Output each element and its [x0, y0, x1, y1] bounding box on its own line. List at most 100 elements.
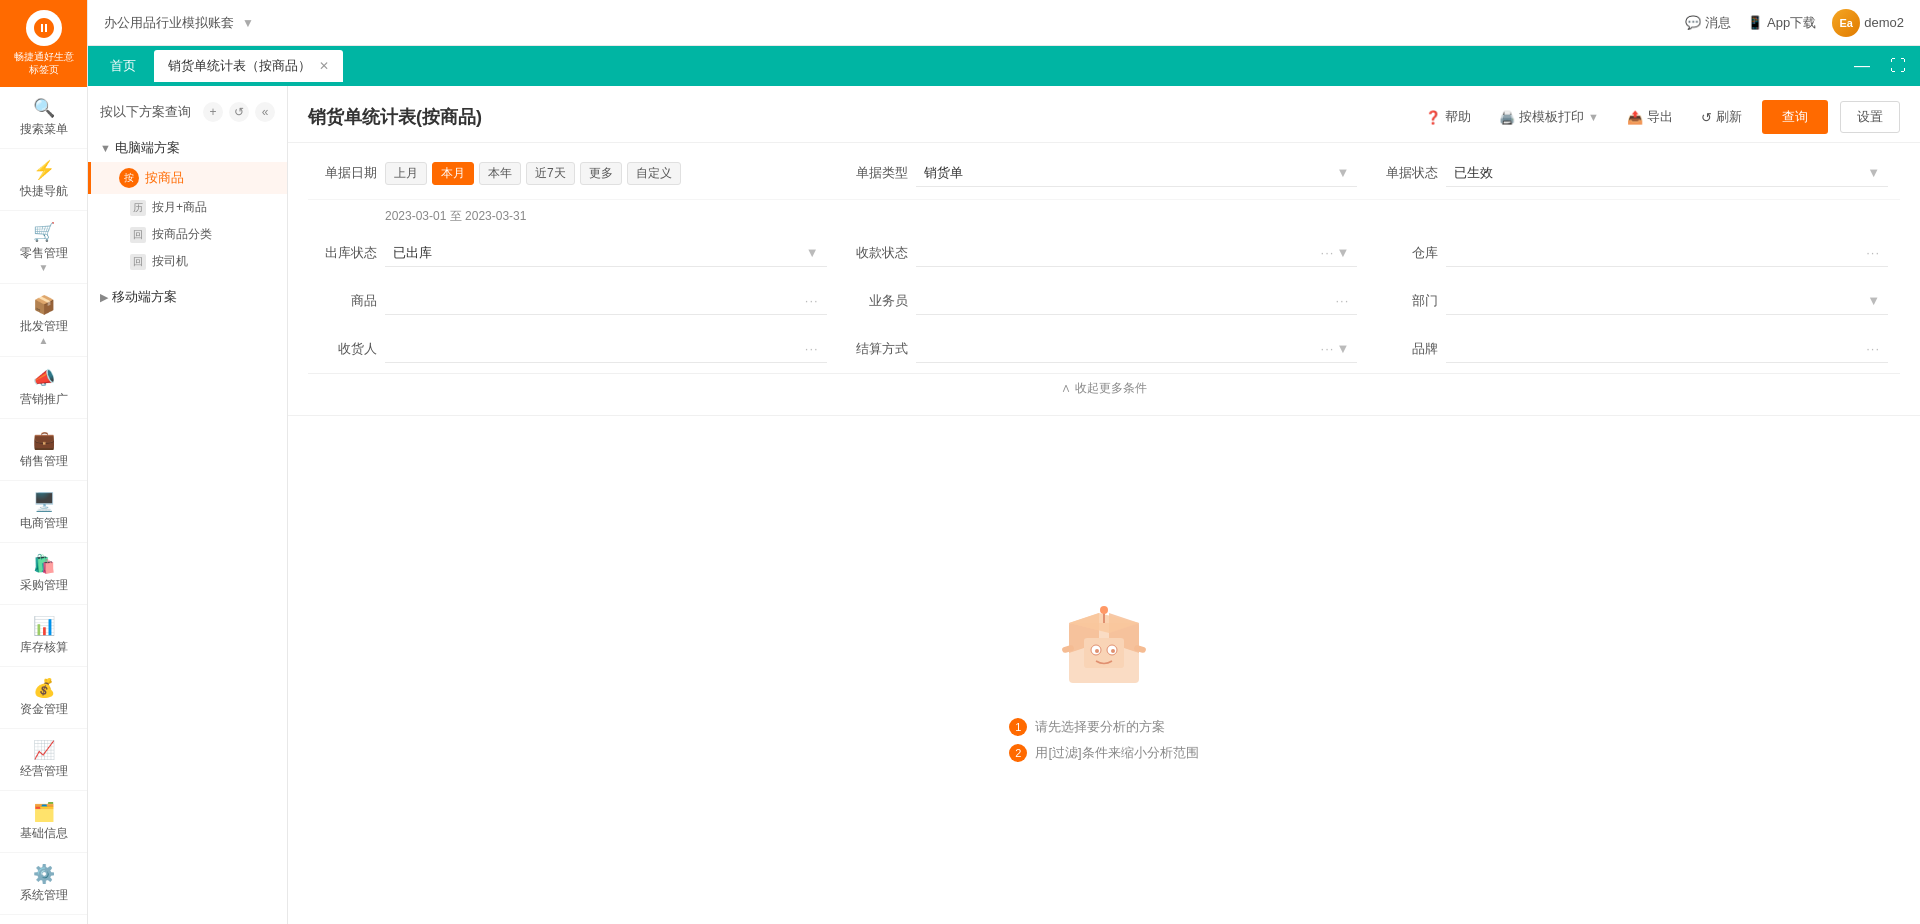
right-panel: 销货单统计表(按商品) ❓ 帮助 🖨️ 按模板打印 ▼ 📤 导出: [288, 86, 1920, 924]
empty-tip-2: 2 用[过滤]条件来缩小分析范围: [1009, 744, 1198, 762]
export-btn[interactable]: 📤 导出: [1619, 104, 1681, 130]
sidebar-item-search[interactable]: 🔍 搜索菜单: [0, 87, 87, 149]
print-btn[interactable]: 🖨️ 按模板打印 ▼: [1491, 104, 1607, 130]
collapse-filter-btn[interactable]: ∧ 收起更多条件: [308, 373, 1900, 403]
type-dropdown-icon: ▼: [1336, 165, 1349, 180]
collapse-panel-btn[interactable]: «: [255, 102, 275, 122]
pc-group-label: 电脑端方案: [115, 139, 180, 157]
header-actions: 💬 消息 📱 App下载 Ea demo2: [1685, 9, 1904, 37]
quicknav-icon: ⚡: [33, 159, 55, 181]
product-label: 商品: [320, 292, 385, 310]
date-controls: 上月 本月 本年 近7天 更多 自定义: [385, 162, 827, 185]
messages-icon: 💬: [1685, 15, 1701, 30]
type-filter-cell: 单据类型 销货单 ▼: [839, 155, 1370, 191]
refresh-scheme-btn[interactable]: ↺: [229, 102, 249, 122]
refresh-btn[interactable]: ↺ 刷新: [1693, 104, 1750, 130]
app-subtitle: 标签页: [29, 63, 59, 77]
warehouse-input[interactable]: ···: [1446, 239, 1888, 267]
receiver-cell: 收货人 ···: [308, 329, 839, 369]
out-status-input[interactable]: 已出库 ▼: [385, 239, 827, 267]
scheme-by-category[interactable]: 回 按商品分类: [88, 221, 287, 248]
empty-illustration: [1044, 578, 1164, 698]
sidebar-item-finance[interactable]: 💰 资金管理: [0, 667, 87, 729]
query-btn[interactable]: 查询: [1762, 100, 1828, 134]
status-input[interactable]: 已生效 ▼: [1446, 159, 1888, 187]
tab-home[interactable]: 首页: [96, 50, 150, 82]
add-scheme-btn[interactable]: +: [203, 102, 223, 122]
empty-tips: 1 请先选择要分析的方案 2 用[过滤]条件来缩小分析范围: [1009, 718, 1198, 762]
type-input[interactable]: 销货单 ▼: [916, 159, 1358, 187]
sidebar-item-system-label: 系统管理: [20, 887, 68, 904]
tip-num-1: 1: [1009, 718, 1027, 736]
scheme-by-month-icon: 历: [130, 200, 146, 216]
payment-input[interactable]: ··· ▼: [916, 239, 1358, 267]
product-cell: 商品 ···: [308, 281, 839, 321]
tab-sales-stat-label: 销货单统计表（按商品）: [168, 57, 311, 75]
tab-minimize-btn[interactable]: —: [1848, 52, 1876, 80]
settings-btn[interactable]: 设置: [1840, 101, 1900, 133]
scheme-by-category-icon: 回: [130, 227, 146, 243]
filter-section: 单据日期 上月 本月 本年 近7天 更多 自定义 单据类型: [288, 143, 1920, 416]
operation-icon: 📈: [33, 739, 55, 761]
sidebar-item-basic[interactable]: 🗂️ 基础信息: [0, 791, 87, 853]
industry-selector[interactable]: 办公用品行业模拟账套 ▼: [104, 14, 254, 32]
help-icon: ❓: [1425, 110, 1441, 125]
sidebar-item-sales[interactable]: 💼 销售管理: [0, 419, 87, 481]
tab-close-icon[interactable]: ✕: [319, 59, 329, 73]
scheme-by-cashier-icon: 回: [130, 254, 146, 270]
content-area: 按以下方案查询 + ↺ « ▼ 电脑端方案 按 按商品 历: [88, 86, 1920, 924]
payment-method-cell: 结算方式 ··· ▼: [839, 329, 1370, 369]
refresh-icon: ↺: [1701, 110, 1712, 125]
tab-sales-stat[interactable]: 销货单统计表（按商品） ✕: [154, 50, 343, 82]
payment-label: 收款状态: [851, 244, 916, 262]
date-btn-custom[interactable]: 自定义: [627, 162, 681, 185]
sidebar-item-basic-label: 基础信息: [20, 825, 68, 842]
print-label: 按模板打印: [1519, 108, 1584, 126]
sidebar-item-ecommerce[interactable]: 🖥️ 电商管理: [0, 481, 87, 543]
dept-input[interactable]: ▼: [1446, 287, 1888, 315]
payment-method-input[interactable]: ··· ▼: [916, 335, 1358, 363]
mobile-group-header[interactable]: ▶ 移动端方案: [88, 283, 287, 311]
export-icon: 📤: [1627, 110, 1643, 125]
salesperson-input[interactable]: ···: [916, 287, 1358, 315]
receiver-input[interactable]: ···: [385, 335, 827, 363]
user-profile[interactable]: Ea demo2: [1832, 9, 1904, 37]
brand-input[interactable]: ···: [1446, 335, 1888, 363]
brand-label: 品牌: [1381, 340, 1446, 358]
app-download-btn[interactable]: 📱 App下载: [1747, 14, 1816, 32]
sidebar-item-search-label: 搜索菜单: [20, 121, 68, 138]
sidebar-item-retail[interactable]: 🛒 零售管理 ▼: [0, 211, 87, 284]
sidebar-item-quicknav[interactable]: ⚡ 快捷导航: [0, 149, 87, 211]
pc-group-header[interactable]: ▼ 电脑端方案: [88, 134, 287, 162]
system-icon: ⚙️: [33, 863, 55, 885]
tab-home-label: 首页: [110, 57, 136, 75]
status-dropdown-icon: ▼: [1867, 165, 1880, 180]
scheme-by-cashier[interactable]: 回 按司机: [88, 248, 287, 275]
date-label: 单据日期: [320, 164, 385, 182]
sidebar-item-marketing[interactable]: 📣 营销推广: [0, 357, 87, 419]
sidebar-item-enterprise[interactable]: 🤝 企业协同: [0, 915, 87, 924]
tab-maximize-btn[interactable]: ⛶: [1884, 52, 1912, 80]
sidebar-item-system[interactable]: ⚙️ 系统管理: [0, 853, 87, 915]
date-btn-more[interactable]: 更多: [580, 162, 622, 185]
sidebar-item-purchase[interactable]: 🛍️ 采购管理: [0, 543, 87, 605]
date-btn-this-month[interactable]: 本月: [432, 162, 474, 185]
receiver-dots-icon: ···: [805, 341, 819, 356]
date-btn-this-year[interactable]: 本年: [479, 162, 521, 185]
dept-dropdown-icon: ▼: [1867, 293, 1880, 308]
sidebar-item-wholesale[interactable]: 📦 批发管理 ▲: [0, 284, 87, 357]
messages-btn[interactable]: 💬 消息: [1685, 14, 1731, 32]
date-btn-last-month[interactable]: 上月: [385, 162, 427, 185]
product-input[interactable]: ···: [385, 287, 827, 315]
scheme-by-product[interactable]: 按 按商品: [88, 162, 287, 194]
sidebar-item-inventory[interactable]: 📊 库存核算: [0, 605, 87, 667]
tab-bar-right: — ⛶: [1848, 52, 1912, 80]
date-btn-7days[interactable]: 近7天: [526, 162, 575, 185]
sidebar-item-retail-label: 零售管理: [20, 245, 68, 262]
help-btn[interactable]: ❓ 帮助: [1417, 104, 1479, 130]
sidebar-item-sales-label: 销售管理: [20, 453, 68, 470]
sidebar-item-operation[interactable]: 📈 经营管理: [0, 729, 87, 791]
industry-name: 办公用品行业模拟账套: [104, 14, 234, 32]
svg-point-7: [1100, 606, 1108, 614]
scheme-by-month-product[interactable]: 历 按月+商品: [88, 194, 287, 221]
